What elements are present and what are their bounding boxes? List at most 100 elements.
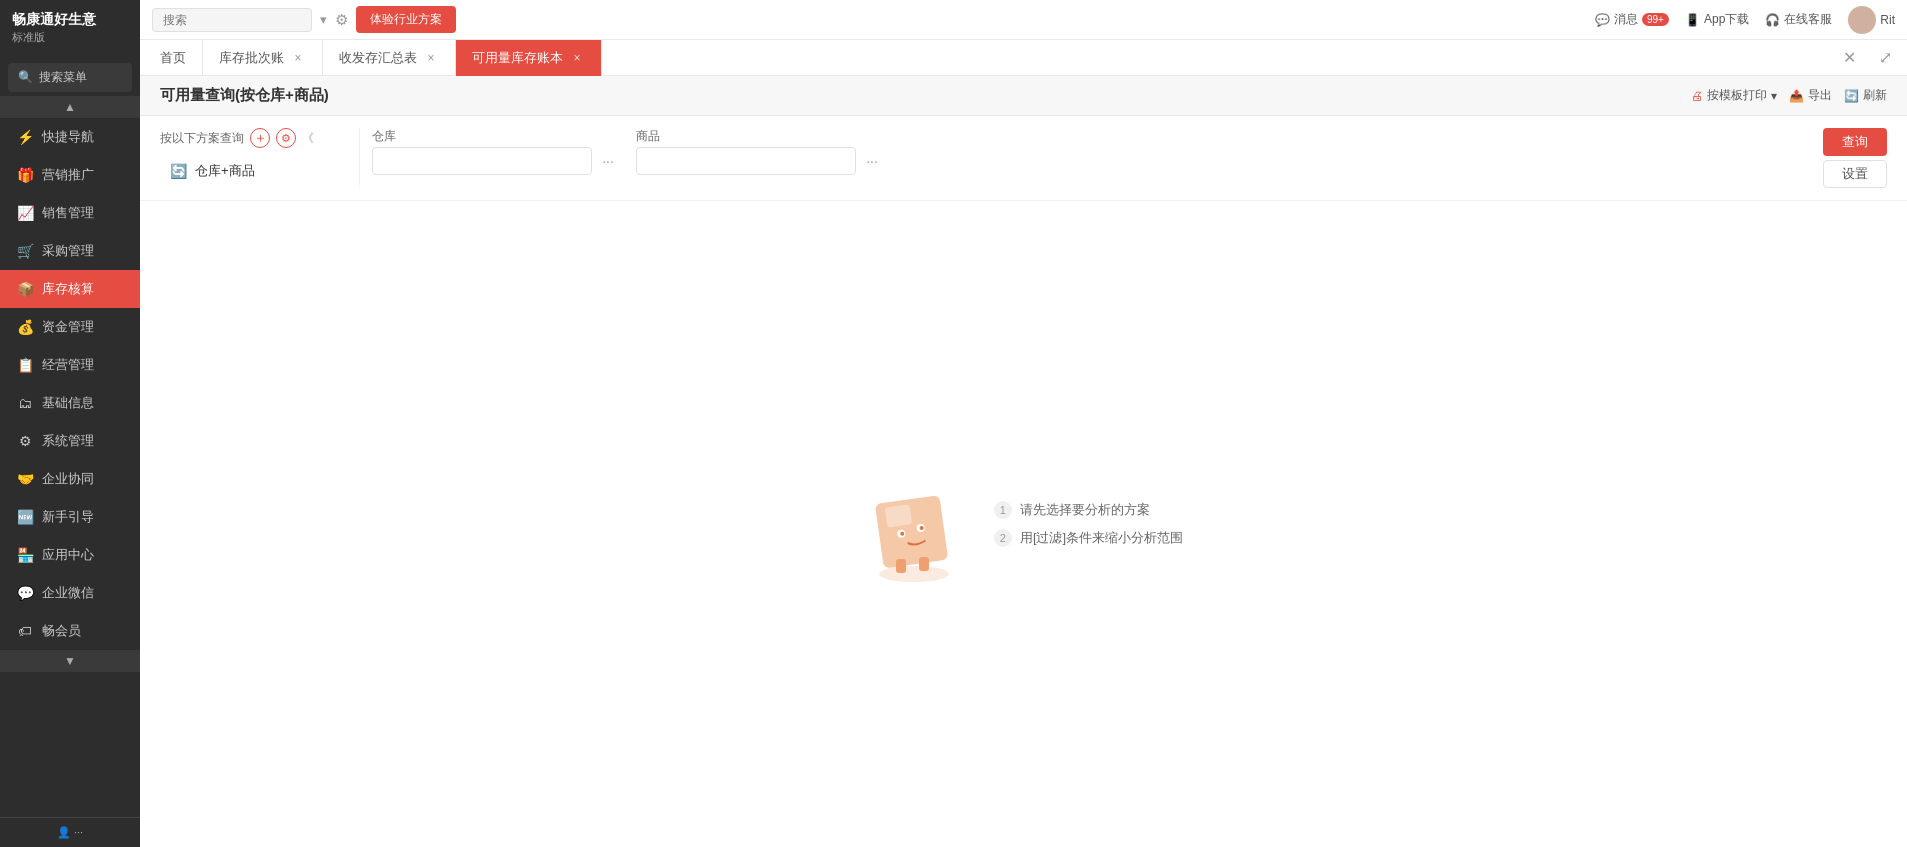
- sidebar-item-member[interactable]: 🏷 畅会员: [0, 612, 140, 650]
- scheme-item-label: 仓库+商品: [195, 162, 255, 180]
- filter-scheme-panel: 按以下方案查询 ＋ ⚙ 《 🔄 仓库+商品: [160, 128, 360, 186]
- product-input[interactable]: [636, 147, 856, 175]
- sidebar-item-inventory[interactable]: 📦 库存核算: [0, 270, 140, 308]
- tab-available-close[interactable]: ×: [569, 50, 585, 66]
- sidebar-item-label: 畅会员: [42, 622, 81, 640]
- filter-field-product: 商品 ···: [636, 128, 884, 175]
- sidebar-item-guide[interactable]: 🆕 新手引导: [0, 498, 140, 536]
- sidebar-item-label: 快捷导航: [42, 128, 94, 146]
- print-icon: 🖨: [1691, 89, 1703, 103]
- product-more-btn[interactable]: ···: [860, 149, 884, 173]
- customer-service-btn[interactable]: 🎧 在线客服: [1765, 11, 1832, 28]
- app-label: App下载: [1704, 11, 1749, 28]
- collapse-icon[interactable]: 《: [302, 130, 314, 147]
- tab-close-icon[interactable]: ✕: [1835, 44, 1863, 72]
- sales-icon: 📈: [16, 205, 34, 221]
- edit-scheme-btn[interactable]: ⚙: [276, 128, 296, 148]
- app-download-btn[interactable]: 📱 App下载: [1685, 11, 1749, 28]
- sidebar-item-label: 资金管理: [42, 318, 94, 336]
- sidebar-item-label: 新手引导: [42, 508, 94, 526]
- refresh-icon: 🔄: [1844, 89, 1859, 103]
- sidebar-item-label: 企业协同: [42, 470, 94, 488]
- tab-batch-close[interactable]: ×: [290, 50, 306, 66]
- sidebar-item-purchase[interactable]: 🛒 采购管理: [0, 232, 140, 270]
- tabbar: 首页 库存批次账 × 收发存汇总表 × 可用量库存账本 × ✕ ⤢: [140, 40, 1907, 76]
- sidebar-brand: 畅康通好生意: [12, 10, 128, 30]
- sidebar-item-shortcut[interactable]: ⚡ 快捷导航: [0, 118, 140, 156]
- chevron-down-icon[interactable]: ▾: [320, 12, 327, 27]
- tab-summary[interactable]: 收发存汇总表 ×: [323, 40, 456, 76]
- page-header-actions: 🖨 按模板打印 ▾ 📤 导出 🔄 刷新: [1691, 87, 1887, 104]
- sidebar-item-appstore[interactable]: 🏪 应用中心: [0, 536, 140, 574]
- appstore-icon: 🏪: [16, 547, 34, 563]
- guide-icon: 🆕: [16, 509, 34, 525]
- tab-batch[interactable]: 库存批次账 ×: [203, 40, 323, 76]
- basic-icon: 🗂: [16, 395, 34, 411]
- refresh-label: 刷新: [1863, 87, 1887, 104]
- empty-tips: 1 请先选择要分析的方案 2 用[过滤]条件来缩小分析范围: [994, 501, 1183, 547]
- sidebar-search-btn[interactable]: 🔍 搜索菜单: [8, 63, 132, 92]
- scroll-up-btn[interactable]: ▲: [0, 96, 140, 118]
- message-btn[interactable]: 💬 消息 99+: [1595, 11, 1669, 28]
- sidebar-item-marketing[interactable]: 🎁 营销推广: [0, 156, 140, 194]
- export-icon: 📤: [1789, 89, 1804, 103]
- svg-rect-7: [896, 559, 906, 573]
- shortcut-icon: ⚡: [16, 129, 34, 145]
- tip-num-1: 1: [994, 501, 1012, 519]
- sidebar-item-basic[interactable]: 🗂 基础信息: [0, 384, 140, 422]
- topbar: ▾ ⚙ 体验行业方案 💬 消息 99+ 📱 App下载 🎧 在线客服 Rit: [140, 0, 1907, 40]
- tabbar-right-actions: ✕ ⤢: [1835, 44, 1907, 72]
- tip-text-2: 用[过滤]条件来缩小分析范围: [1020, 529, 1183, 547]
- filter-field-warehouse: 仓库 ···: [372, 128, 620, 175]
- sidebar-item-system[interactable]: ⚙ 系统管理: [0, 422, 140, 460]
- query-button[interactable]: 查询: [1823, 128, 1887, 156]
- sidebar-item-label: 企业微信: [42, 584, 94, 602]
- tab-fullscreen-icon[interactable]: ⤢: [1871, 44, 1899, 72]
- scheme-item-warehouse-product[interactable]: 🔄 仓库+商品: [160, 156, 347, 186]
- warehouse-more-btn[interactable]: ···: [596, 149, 620, 173]
- sidebar-item-label: 采购管理: [42, 242, 94, 260]
- setting-button[interactable]: 设置: [1823, 160, 1887, 188]
- template-print-label: 按模板打印: [1707, 87, 1767, 104]
- chevron-down-icon: ▾: [1771, 89, 1777, 103]
- settings-icon[interactable]: ⚙: [335, 11, 348, 29]
- tab-summary-close[interactable]: ×: [423, 50, 439, 66]
- tab-home[interactable]: 首页: [140, 40, 203, 76]
- template-print-btn[interactable]: 🖨 按模板打印 ▾: [1691, 87, 1777, 104]
- system-icon: ⚙: [16, 433, 34, 449]
- operations-icon: 📋: [16, 357, 34, 373]
- sidebar-item-sales[interactable]: 📈 销售管理: [0, 194, 140, 232]
- svg-rect-8: [919, 557, 929, 571]
- export-btn[interactable]: 📤 导出: [1789, 87, 1832, 104]
- user-profile[interactable]: Rit: [1848, 6, 1895, 34]
- empty-tip-1: 1 请先选择要分析的方案: [994, 501, 1183, 519]
- tab-batch-label: 库存批次账: [219, 49, 284, 67]
- topbar-actions: 💬 消息 99+ 📱 App下载 🎧 在线客服 Rit: [1595, 6, 1895, 34]
- sidebar-item-operations[interactable]: 📋 经营管理: [0, 346, 140, 384]
- page-title: 可用量查询(按仓库+商品): [160, 86, 329, 105]
- sidebar-item-label: 销售管理: [42, 204, 94, 222]
- svg-point-0: [879, 566, 949, 582]
- warehouse-input[interactable]: [372, 147, 592, 175]
- sidebar-item-label: 系统管理: [42, 432, 94, 450]
- enterprise-icon: 🤝: [16, 471, 34, 487]
- message-label: 消息: [1614, 11, 1638, 28]
- sidebar: 畅康通好生意 标准版 🔍 搜索菜单 ▲ ⚡ 快捷导航 🎁 营销推广 📈 销售管理…: [0, 0, 140, 847]
- tab-summary-label: 收发存汇总表: [339, 49, 417, 67]
- add-scheme-btn[interactable]: ＋: [250, 128, 270, 148]
- tab-available-label: 可用量库存账本: [472, 49, 563, 67]
- trial-btn[interactable]: 体验行业方案: [356, 6, 456, 33]
- sidebar-item-finance[interactable]: 💰 资金管理: [0, 308, 140, 346]
- sidebar-item-enterprise[interactable]: 🤝 企业协同: [0, 460, 140, 498]
- wechat-icon: 💬: [16, 585, 34, 601]
- service-label: 在线客服: [1784, 11, 1832, 28]
- empty-state: 1 请先选择要分析的方案 2 用[过滤]条件来缩小分析范围: [864, 474, 1183, 574]
- tip-num-2: 2: [994, 529, 1012, 547]
- refresh-btn[interactable]: 🔄 刷新: [1844, 87, 1887, 104]
- tab-available[interactable]: 可用量库存账本 ×: [456, 40, 602, 76]
- scroll-down-btn[interactable]: ▼: [0, 650, 140, 672]
- sidebar-bottom-icon: 👤 ···: [57, 826, 83, 838]
- sidebar-item-wechat[interactable]: 💬 企业微信: [0, 574, 140, 612]
- topbar-search-input[interactable]: [152, 8, 312, 32]
- scheme-title-text: 按以下方案查询: [160, 130, 244, 147]
